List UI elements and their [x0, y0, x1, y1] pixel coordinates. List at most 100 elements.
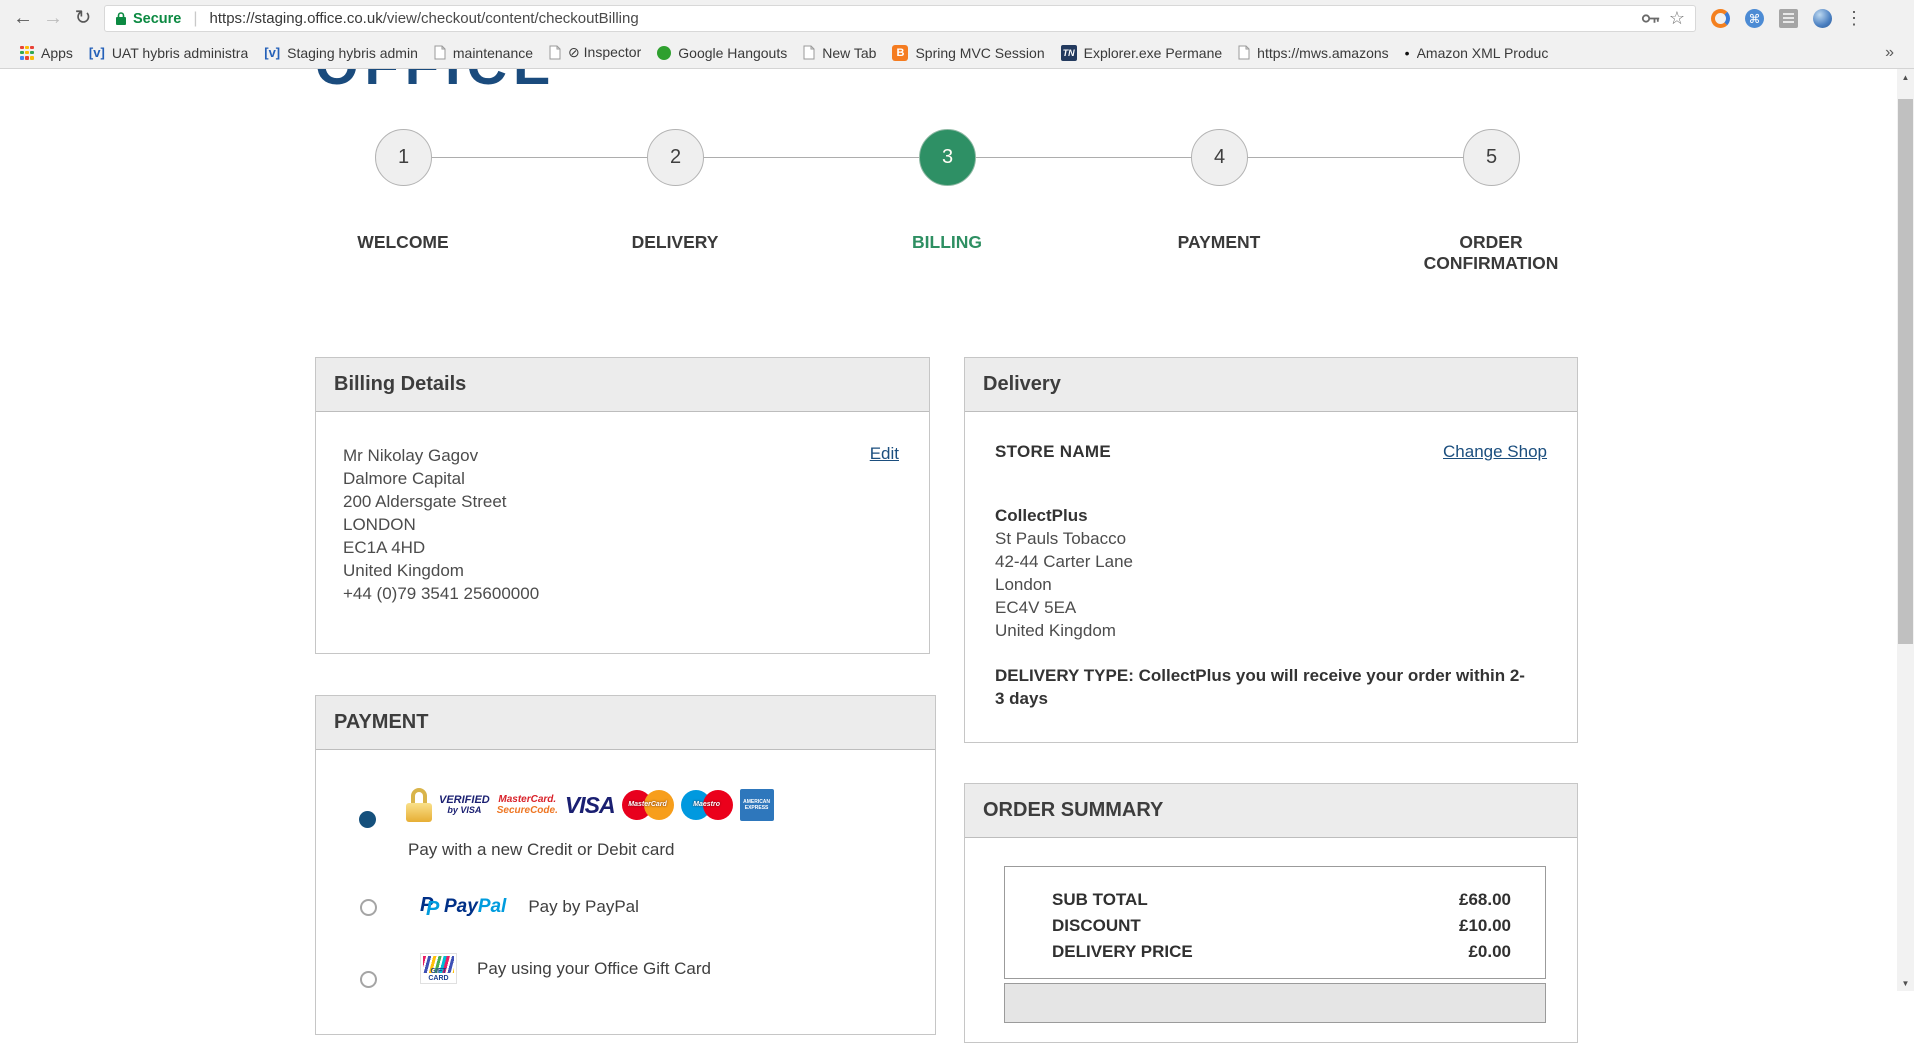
- bookmarks-overflow-icon[interactable]: »: [1877, 44, 1902, 62]
- order-row-label: DISCOUNT: [1052, 916, 1141, 935]
- order-row-delivery-price: DELIVERY PRICE £0.00: [1052, 939, 1511, 965]
- bookmark-staging-hybris[interactable]: [v] Staging hybris admin: [256, 37, 426, 68]
- bookmark-maintenance[interactable]: maintenance: [426, 37, 541, 68]
- bookmark-mws-amazon[interactable]: https://mws.amazons: [1230, 37, 1397, 68]
- office-logo-text: OFFICE: [315, 69, 575, 92]
- payment-title: PAYMENT: [316, 696, 935, 750]
- radio-credit-debit-card[interactable]: [359, 811, 376, 828]
- delivery-type-text: DELIVERY TYPE: CollectPlus you will rece…: [995, 666, 1525, 708]
- bookmark-label: UAT hybris administra: [111, 44, 249, 61]
- reload-icon[interactable]: ↻: [68, 0, 98, 37]
- tn-icon: TN: [1060, 44, 1077, 61]
- billing-address-company: Dalmore Capital: [343, 469, 465, 488]
- bookmark-amazon-xml[interactable]: • Amazon XML Produc: [1397, 37, 1557, 68]
- extension-newspaper-icon[interactable]: [1779, 9, 1798, 28]
- extension-globe-icon[interactable]: [1813, 9, 1832, 28]
- page-scrollbar[interactable]: ▲ ▼: [1897, 69, 1914, 991]
- page-icon: [1238, 45, 1250, 60]
- delivery-panel: Delivery STORE NAME Change Shop CollectP…: [964, 357, 1578, 743]
- gold-padlock-icon: [406, 788, 432, 822]
- forward-icon: →: [43, 7, 63, 29]
- order-row-label: SUB TOTAL: [1052, 890, 1148, 909]
- extension-swoosh-icon[interactable]: [1711, 9, 1730, 28]
- order-summary-box: SUB TOTAL £68.00 DISCOUNT £10.00 DELIVER…: [1004, 866, 1546, 979]
- url-host: https://staging.office.co.uk: [209, 10, 383, 27]
- billing-details-title: Billing Details: [316, 358, 929, 412]
- store-name-label: STORE NAME: [995, 442, 1112, 461]
- secure-chip[interactable]: Secure: [115, 11, 181, 27]
- bookmark-uat-hybris[interactable]: [v] UAT hybris administra: [81, 37, 256, 68]
- change-shop-link[interactable]: Change Shop: [1443, 442, 1547, 462]
- bookmark-explorer-exe[interactable]: TN Explorer.exe Permane: [1053, 37, 1231, 68]
- page-icon: [803, 45, 815, 60]
- scrollbar-thumb[interactable]: [1898, 99, 1913, 644]
- order-summary-title: ORDER SUMMARY: [965, 784, 1577, 838]
- gift-card-option-row[interactable]: GIFT CARD Pay using your Office Gift Car…: [420, 953, 711, 984]
- password-key-icon[interactable]: [1641, 12, 1661, 25]
- bookmark-label: New Tab: [822, 44, 877, 61]
- order-row-subtotal: SUB TOTAL £68.00: [1052, 887, 1511, 913]
- secure-label: Secure: [133, 10, 182, 27]
- step-1-welcome[interactable]: 1: [375, 129, 432, 186]
- bookmark-label: maintenance: [452, 44, 534, 61]
- billing-address-city: LONDON: [343, 515, 416, 534]
- store-address-line: St Pauls Tobacco: [995, 529, 1127, 548]
- dot-favicon: •: [1404, 44, 1410, 61]
- radio-paypal[interactable]: [360, 899, 377, 916]
- step-label-payment: PAYMENT: [1177, 232, 1261, 252]
- step-label-billing: BILLING: [912, 232, 982, 252]
- browser-menu-icon[interactable]: ⋮: [1845, 8, 1863, 29]
- page-icon: [549, 45, 561, 60]
- maestro-icon: Maestro: [680, 789, 733, 821]
- bookmark-apps[interactable]: Apps: [12, 37, 81, 68]
- url-text[interactable]: https://staging.office.co.uk/view/checko…: [210, 10, 639, 27]
- extensions-row: ⌘: [1711, 9, 1832, 28]
- bookmark-label: Staging hybris admin: [287, 44, 418, 61]
- store-address-line: United Kingdom: [995, 621, 1116, 640]
- hangouts-icon: [657, 45, 672, 60]
- pay-gift-card-option-label: Pay using your Office Gift Card: [477, 958, 712, 978]
- mastercard-icon: MasterCard: [621, 789, 674, 821]
- page-icon: [434, 45, 446, 60]
- bookmark-inspector[interactable]: ⊘ Inspector: [541, 37, 649, 68]
- billing-details-panel: Billing Details Mr Nikolay Gagov Dalmore…: [315, 357, 930, 654]
- bookmark-new-tab[interactable]: New Tab: [795, 37, 884, 68]
- payment-panel: PAYMENT VERIFIED by VISA MasterCard. Sec…: [315, 695, 936, 1035]
- bookmark-label: Google Hangouts: [678, 44, 788, 61]
- apps-grid-icon: [20, 45, 34, 60]
- verified-by-visa-icon: VERIFIED by VISA: [439, 794, 490, 816]
- step-3-billing[interactable]: 3: [919, 129, 976, 186]
- pay-card-option-label[interactable]: Pay with a new Credit or Debit card: [408, 840, 674, 860]
- back-icon[interactable]: ←: [8, 0, 38, 37]
- radio-gift-card[interactable]: [360, 971, 377, 988]
- bookmark-label: https://mws.amazons: [1257, 44, 1389, 61]
- url-path: /view/checkout/content/checkoutBilling: [382, 10, 639, 27]
- edit-billing-link[interactable]: Edit: [870, 444, 899, 464]
- billing-address-country: United Kingdom: [343, 561, 464, 580]
- paypal-option-row[interactable]: P P PayPal Pay by PayPal: [420, 894, 639, 920]
- paypal-wordmark: PayPal: [444, 896, 507, 917]
- bookmark-label: Spring MVC Session: [915, 44, 1045, 61]
- step-label-order-confirmation: ORDER CONFIRMATION: [1423, 232, 1559, 273]
- mastercard-securecode-icon: MasterCard. SecureCode.: [496, 794, 558, 816]
- bookmark-star-icon[interactable]: ☆: [1669, 8, 1685, 29]
- step-5-order-confirmation[interactable]: 5: [1463, 129, 1520, 186]
- step-4-payment[interactable]: 4: [1191, 129, 1248, 186]
- card-brand-icons: VERIFIED by VISA MasterCard. SecureCode.…: [406, 788, 774, 822]
- store-name-value: CollectPlus: [995, 506, 1088, 525]
- bookmark-label: Amazon XML Produc: [1416, 44, 1549, 61]
- bookmark-spring-mvc[interactable]: B Spring MVC Session: [884, 37, 1052, 68]
- gift-card-icon: GIFT CARD: [420, 953, 457, 984]
- order-summary-panel: ORDER SUMMARY SUB TOTAL £68.00 DISCOUNT …: [964, 783, 1578, 1043]
- billing-address-street: 200 Aldersgate Street: [343, 492, 507, 511]
- bookmark-google-hangouts[interactable]: Google Hangouts: [649, 37, 795, 68]
- office-logo[interactable]: OFFICE: [315, 69, 575, 92]
- browser-toolbar: ← → ↻ Secure | https://staging.office.co…: [0, 0, 1914, 37]
- step-2-delivery[interactable]: 2: [647, 129, 704, 186]
- bookmarks-bar: Apps [v] UAT hybris administra [v] Stagi…: [0, 37, 1914, 69]
- scrollbar-up-arrow[interactable]: ▲: [1897, 69, 1914, 85]
- blogger-icon: B: [892, 44, 909, 61]
- extension-command-icon[interactable]: ⌘: [1745, 9, 1764, 28]
- address-bar[interactable]: Secure | https://staging.office.co.uk/vi…: [104, 5, 1696, 32]
- scrollbar-down-arrow[interactable]: ▼: [1897, 975, 1914, 991]
